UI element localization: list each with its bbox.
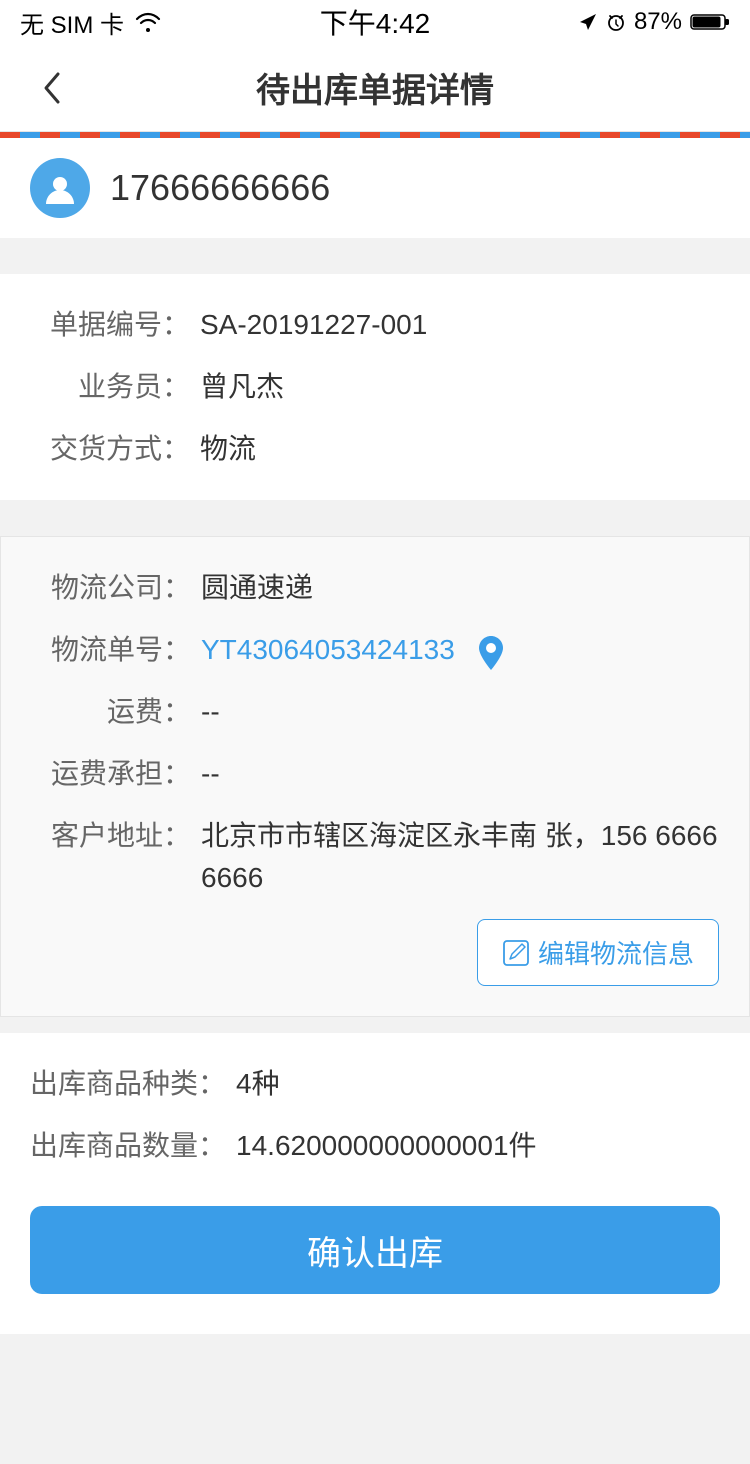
tracking-label: 物流单号：: [31, 629, 191, 671]
salesman-label: 业务员：: [30, 366, 190, 408]
map-pin-icon[interactable]: [475, 634, 507, 670]
gray-divider-2: [0, 520, 750, 536]
logistics-section: 物流公司： 圆通速递 物流单号： YT43064053424133 运费： --…: [0, 536, 750, 1017]
product-quantity-row: 出库商品数量： 14.620000000000001件: [30, 1125, 720, 1167]
status-bar-left: 无 SIM 卡: [20, 5, 162, 40]
logistics-company-row: 物流公司： 圆通速递: [31, 567, 719, 609]
gray-divider-1: [0, 238, 750, 254]
logistics-company-value: 圆通速递: [191, 567, 719, 609]
product-types-value: 4种: [226, 1063, 720, 1105]
product-quantity-value: 14.620000000000001件: [226, 1125, 720, 1167]
status-bar-time: 下午4:42: [320, 2, 431, 42]
freight-bearer-value: --: [191, 753, 719, 795]
delivery-value: 物流: [190, 428, 720, 470]
freight-row: 运费： --: [31, 691, 719, 733]
logistics-company-label: 物流公司：: [31, 567, 191, 609]
product-types-label: 出库商品种类：: [30, 1063, 226, 1105]
freight-bearer-row: 运费承担： --: [31, 753, 719, 795]
order-number-row: 单据编号： SA-20191227-001: [30, 304, 720, 346]
freight-bearer-label: 运费承担：: [31, 753, 191, 795]
salesman-row: 业务员： 曾凡杰: [30, 366, 720, 408]
avatar: [30, 158, 90, 218]
customer-phone: 17666666666: [110, 167, 330, 209]
product-quantity-label: 出库商品数量：: [30, 1125, 226, 1167]
freight-value: --: [191, 691, 719, 733]
tracking-row: 物流单号： YT43064053424133: [31, 629, 719, 671]
gray-divider-3: [0, 1017, 750, 1033]
address-label: 客户地址：: [31, 815, 191, 857]
edit-icon: [502, 939, 530, 967]
address-row: 客户地址： 北京市市辖区海淀区永丰南 张，156 6666 6666: [31, 815, 719, 899]
battery-icon: [690, 12, 730, 32]
freight-label: 运费：: [31, 691, 191, 733]
carrier-label: 无 SIM 卡: [20, 5, 124, 40]
confirm-button[interactable]: 确认出库: [30, 1206, 720, 1294]
back-button[interactable]: [30, 66, 74, 110]
order-number-value: SA-20191227-001: [190, 304, 720, 346]
page-title: 待出库单据详情: [256, 63, 494, 112]
order-info-section: 单据编号： SA-20191227-001 业务员： 曾凡杰 交货方式： 物流: [0, 274, 750, 500]
bottom-area: 确认出库: [0, 1186, 750, 1334]
wifi-icon: [134, 12, 162, 32]
alarm-icon: [606, 12, 626, 32]
edit-logistics-label: 编辑物流信息: [538, 934, 694, 971]
salesman-value: 曾凡杰: [190, 366, 720, 408]
delivery-row: 交货方式： 物流: [30, 428, 720, 470]
status-bar-right: 87%: [578, 8, 730, 36]
delivery-label: 交货方式：: [30, 428, 190, 470]
edit-logistics-button[interactable]: 编辑物流信息: [477, 919, 719, 986]
location-arrow-icon: [578, 12, 598, 32]
battery-label: 87%: [634, 8, 682, 36]
status-bar: 无 SIM 卡 下午4:42 87%: [0, 0, 750, 44]
customer-header: 17666666666: [0, 138, 750, 238]
product-types-row: 出库商品种类： 4种: [30, 1063, 720, 1105]
edit-logistics-area: 编辑物流信息: [31, 919, 719, 986]
order-number-label: 单据编号：: [30, 304, 190, 346]
nav-bar: 待出库单据详情: [0, 44, 750, 132]
tracking-value: YT43064053424133: [191, 629, 719, 671]
address-value: 北京市市辖区海淀区永丰南 张，156 6666 6666: [191, 815, 719, 899]
